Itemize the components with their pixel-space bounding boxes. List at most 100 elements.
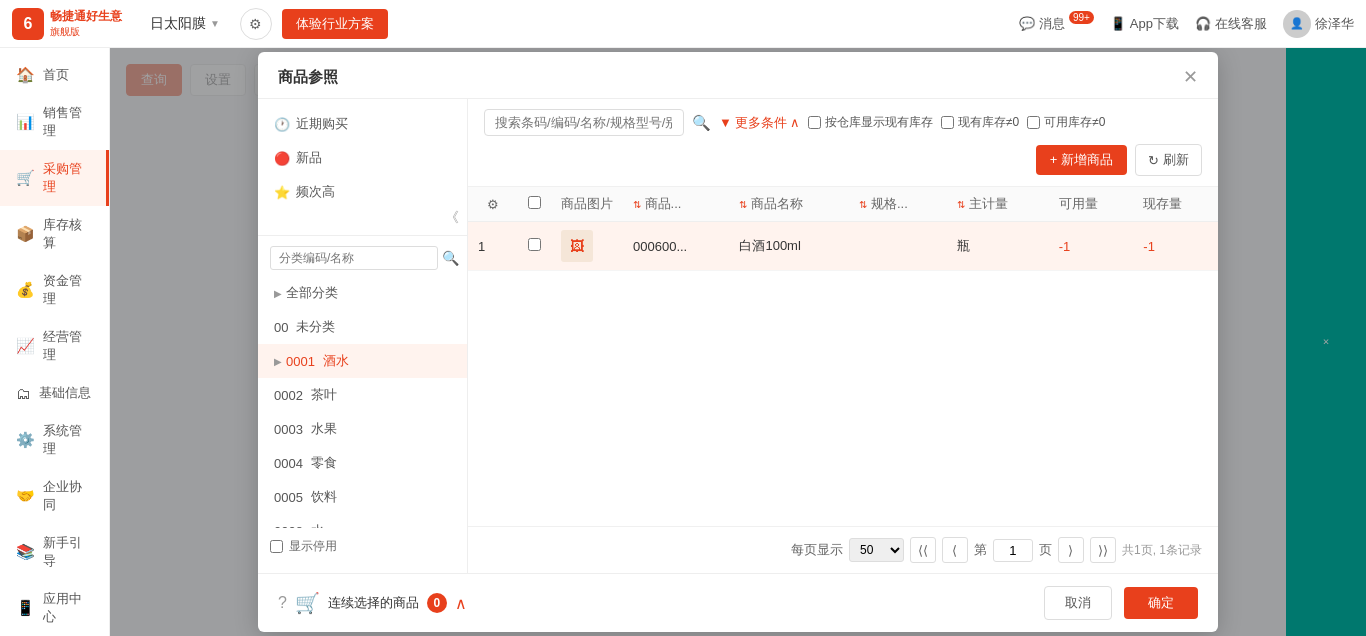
next-page-button[interactable]: ⟩ <box>1058 537 1084 563</box>
sort-icon-spec: ⇅ <box>859 199 867 210</box>
first-page-button[interactable]: ⟨⟨ <box>910 537 936 563</box>
app-icon: 📱 <box>16 599 35 617</box>
cat-0001-code: 0001 <box>286 354 315 369</box>
new-items-item[interactable]: 🔴 新品 <box>258 141 467 175</box>
sidebar-item-system[interactable]: ⚙️ 系统管理 <box>0 412 109 468</box>
th-checkbox[interactable] <box>518 187 551 222</box>
app-download-button[interactable]: 📱 App下载 <box>1110 15 1179 33</box>
left-panel-footer: 显示停用 <box>258 528 467 565</box>
category-0001[interactable]: ▶ 0001 酒水 <box>258 344 467 378</box>
add-product-button[interactable]: + 新增商品 <box>1036 145 1127 175</box>
more-filters-label: 更多条件 <box>735 114 787 132</box>
category-0002[interactable]: 0002 茶叶 <box>258 378 467 412</box>
phone-icon: 📱 <box>1110 16 1126 31</box>
show-disabled-checkbox[interactable]: 显示停用 <box>270 538 455 555</box>
category-0008[interactable]: 0008 水 <box>258 514 467 528</box>
last-page-button[interactable]: ⟩⟩ <box>1090 537 1116 563</box>
row-image-cell: 🖼 <box>551 222 623 271</box>
th-code[interactable]: ⇅ 商品... <box>623 187 729 222</box>
finance-icon: 💰 <box>16 281 35 299</box>
frequent-items[interactable]: ⭐ 频次高 <box>258 175 467 209</box>
sidebar-item-app[interactable]: 📱 应用中心 <box>0 580 109 636</box>
help-icon[interactable]: ? <box>278 594 287 612</box>
th-spec[interactable]: ⇅ 规格... <box>849 187 947 222</box>
category-search-button[interactable]: 🔍 <box>442 250 459 266</box>
stock-nonzero-label: 现有库存≠0 <box>958 114 1019 131</box>
basic-info-icon: 🗂 <box>16 385 31 402</box>
panel-collapse-icon[interactable]: 《 <box>445 209 459 227</box>
product-search-button[interactable]: 🔍 <box>692 114 711 132</box>
sidebar-item-inventory[interactable]: 📦 库存核算 <box>0 206 109 262</box>
cat-0005-code: 0005 <box>274 490 303 505</box>
dropdown-caret-icon: ▼ <box>210 18 220 29</box>
row-checkbox[interactable] <box>528 238 541 251</box>
sidebar-item-guide[interactable]: 📚 新手引导 <box>0 524 109 580</box>
prev-page-button[interactable]: ⟨ <box>942 537 968 563</box>
cat-0004-code: 0004 <box>274 456 303 471</box>
product-search-input[interactable] <box>484 109 684 136</box>
pagination-bar: 每页显示 50 100 200 ⟨⟨ ⟨ 第 页 ⟩ <box>468 526 1218 573</box>
nav-dropdown[interactable]: 日太阳膜 ▼ <box>138 0 232 48</box>
left-panel: 🕐 近期购买 🔴 新品 ⭐ 频次高 《 <box>258 99 468 573</box>
experience-button[interactable]: 体验行业方案 <box>282 9 388 39</box>
category-0004[interactable]: 0004 零食 <box>258 446 467 480</box>
th-name[interactable]: ⇅ 商品名称 <box>729 187 849 222</box>
table-header-row: ⚙ 商品图片 ⇅ 商品... ⇅ <box>468 187 1218 222</box>
confirm-button[interactable]: 确定 <box>1124 587 1198 619</box>
dialog-close-button[interactable]: ✕ <box>1183 66 1198 88</box>
sidebar-item-finance[interactable]: 💰 资金管理 <box>0 262 109 318</box>
category-all[interactable]: ▶ 全部分类 <box>258 276 467 310</box>
page-number-input[interactable] <box>993 539 1033 562</box>
sidebar-label-home: 首页 <box>43 66 69 84</box>
warehouse-checkbox-input[interactable] <box>808 116 821 129</box>
sort-icon-name: ⇅ <box>739 199 747 210</box>
th-unit[interactable]: ⇅ 主计量 <box>947 187 1048 222</box>
more-filters-button[interactable]: ▼ 更多条件 ∧ <box>719 114 800 132</box>
per-page-select[interactable]: 50 100 200 <box>849 538 904 562</box>
row-stock: -1 <box>1133 222 1218 271</box>
show-disabled-input[interactable] <box>270 540 283 553</box>
cancel-button[interactable]: 取消 <box>1044 586 1112 620</box>
message-icon: 💬 <box>1019 16 1035 31</box>
refresh-button[interactable]: ↻ 刷新 <box>1135 144 1202 176</box>
cart-count: 0 <box>427 593 447 613</box>
online-service-button[interactable]: 🎧 在线客服 <box>1195 15 1267 33</box>
category-all-label: 全部分类 <box>286 284 338 302</box>
warehouse-checkbox[interactable]: 按仓库显示现有库存 <box>808 114 933 131</box>
available-nonzero-input[interactable] <box>1027 116 1040 129</box>
sidebar-item-basic-info[interactable]: 🗂 基础信息 <box>0 374 109 412</box>
available-nonzero-checkbox[interactable]: 可用库存≠0 <box>1027 114 1105 131</box>
sidebar-item-home[interactable]: 🏠 首页 <box>0 56 109 94</box>
settings-button[interactable]: ⚙ <box>240 8 272 40</box>
category-0003[interactable]: 0003 水果 <box>258 412 467 446</box>
recent-purchases-item[interactable]: 🕐 近期购买 <box>258 107 467 141</box>
row-spec <box>849 222 947 271</box>
stock-nonzero-checkbox[interactable]: 现有库存≠0 <box>941 114 1019 131</box>
available-nonzero-label: 可用库存≠0 <box>1044 114 1105 131</box>
th-image: 商品图片 <box>551 187 623 222</box>
sidebar-item-operations[interactable]: 📈 经营管理 <box>0 318 109 374</box>
user-area[interactable]: 👤 徐泽华 <box>1283 10 1354 38</box>
divider <box>258 235 467 236</box>
category-0005[interactable]: 0005 饮料 <box>258 480 467 514</box>
messages-button[interactable]: 💬 消息 99+ <box>1019 15 1094 33</box>
stock-nonzero-input[interactable] <box>941 116 954 129</box>
category-00[interactable]: 00 未分类 <box>258 310 467 344</box>
sidebar-label-basic-info: 基础信息 <box>39 384 91 402</box>
th-settings[interactable]: ⚙ <box>468 187 518 222</box>
category-search-input[interactable] <box>270 246 438 270</box>
th-available: 可用量 <box>1049 187 1134 222</box>
cart-collapse-button[interactable]: ∧ <box>455 594 467 613</box>
sidebar-item-sales[interactable]: 📊 销售管理 <box>0 94 109 150</box>
select-all-checkbox[interactable] <box>528 196 541 209</box>
main-layout: 🏠 首页 📊 销售管理 🛒 采购管理 📦 库存核算 💰 资金管理 📈 经营管理 … <box>0 48 1366 636</box>
sidebar-item-enterprise[interactable]: 🤝 企业协同 <box>0 468 109 524</box>
row-name: 白酒100ml <box>729 222 849 271</box>
main-content: 查询 设置 刷新 × 商品参照 ✕ <box>110 48 1366 636</box>
table-row[interactable]: 1 🖼 000600... 白酒100ml <box>468 222 1218 271</box>
cat-00-code: 00 <box>274 320 288 335</box>
row-checkbox-cell[interactable] <box>518 222 551 271</box>
sales-icon: 📊 <box>16 113 35 131</box>
per-page-label: 每页显示 <box>791 541 843 559</box>
sidebar-item-purchase[interactable]: 🛒 采购管理 <box>0 150 109 206</box>
